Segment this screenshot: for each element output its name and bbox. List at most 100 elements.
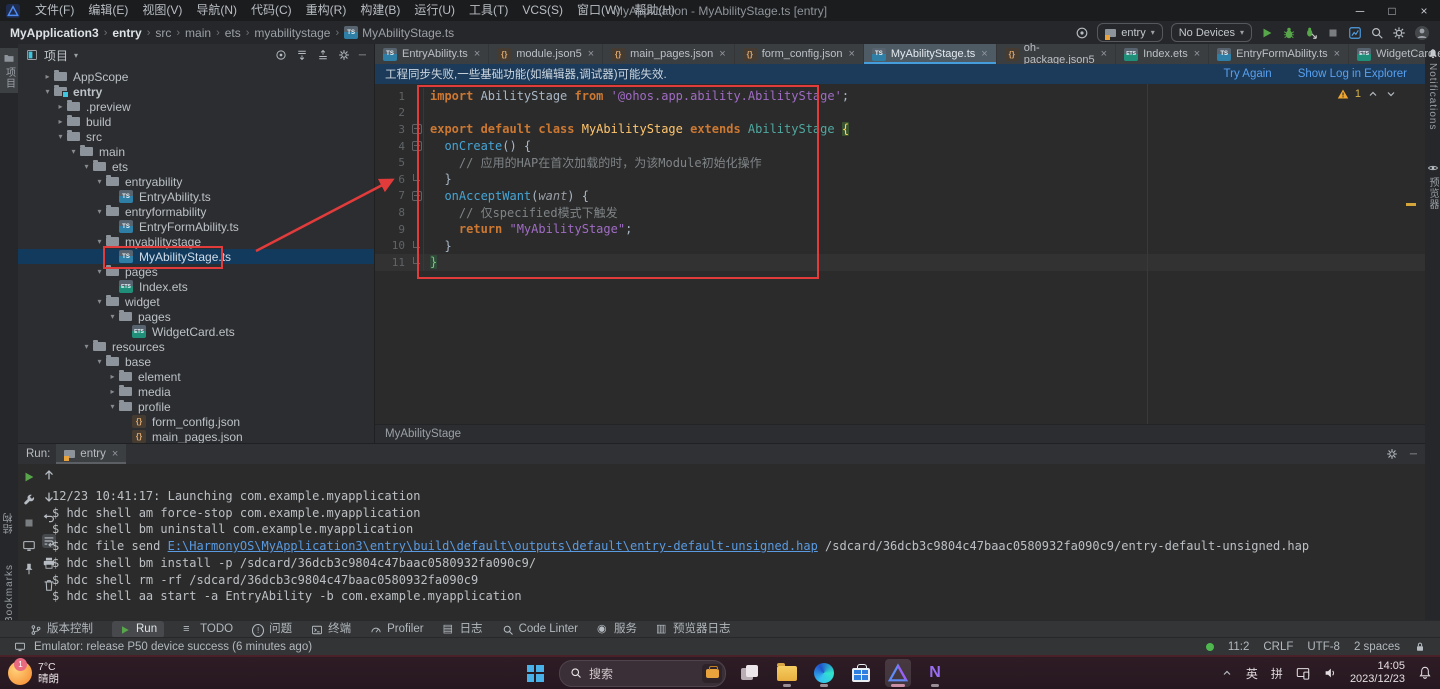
weather-widget[interactable]: 1 7°C 晴朗	[0, 658, 59, 685]
toolwindow-button-Run[interactable]: Run	[112, 621, 165, 638]
close-icon[interactable]: ×	[719, 48, 725, 60]
code-editor[interactable]: 1 import AbilityStage from '@ohos.app.abi…	[375, 84, 1425, 425]
tree-toggle-icon[interactable]: ▾	[93, 297, 106, 306]
tree-toggle-icon[interactable]: ▸	[54, 117, 67, 126]
tree-toggle-icon[interactable]: ▾	[41, 87, 54, 96]
panel-settings-gear-icon[interactable]	[338, 49, 350, 61]
menu-item-7[interactable]: 运行(U)	[407, 3, 462, 17]
try-again-link[interactable]: Try Again	[1224, 68, 1272, 80]
tree-item-entry[interactable]: ▾ entry	[18, 84, 374, 99]
next-issue-chevron-icon[interactable]	[1385, 88, 1397, 100]
breadcrumb-item[interactable]: TS MyAbilityStage.ts	[344, 26, 454, 40]
tree-item-build[interactable]: ▸ build	[18, 114, 374, 129]
taskbar-clock[interactable]: 14:05 2023/12/23	[1350, 660, 1405, 686]
pin-icon[interactable]	[22, 562, 36, 576]
breadcrumb-item[interactable]: ets	[225, 26, 241, 40]
tree-item-widget[interactable]: ▾ widget	[18, 294, 374, 309]
tree-item-EntryAbility.ts[interactable]: TS EntryAbility.ts	[18, 189, 374, 204]
close-icon[interactable]: ×	[1101, 48, 1107, 60]
tree-item-base[interactable]: ▾ base	[18, 354, 374, 369]
tree-toggle-icon[interactable]: ▾	[93, 237, 106, 246]
briefcase-icon[interactable]	[702, 663, 722, 683]
layout-icon[interactable]	[22, 539, 36, 553]
settings-gear-icon[interactable]	[1392, 26, 1406, 40]
tree-toggle-icon[interactable]: ▾	[93, 177, 106, 186]
fold-marker-icon[interactable]	[411, 141, 422, 152]
close-icon[interactable]: ×	[112, 448, 118, 460]
breadcrumb-item[interactable]: myabilitystage	[254, 26, 330, 40]
bookmarks-tool-tab[interactable]: Bookmarks	[4, 560, 15, 627]
toolwindow-button-版本控制[interactable]: 版本控制	[30, 621, 93, 638]
tree-toggle-icon[interactable]: ▸	[106, 372, 119, 381]
tree-item-ets[interactable]: ▾ ets	[18, 159, 374, 174]
editor-tab-module.json5[interactable]: {} module.json5 ×	[489, 44, 604, 64]
toolwindow-button-服务[interactable]: ◉ 服务	[597, 621, 637, 638]
run-config-dropdown[interactable]: entry ▾	[1097, 23, 1163, 42]
project-view-label[interactable]: 项目	[44, 47, 68, 64]
prev-issue-chevron-icon[interactable]	[1367, 88, 1379, 100]
tree-toggle-icon[interactable]: ▸	[41, 72, 54, 81]
file-explorer-button[interactable]	[774, 659, 800, 687]
tree-item-MyAbilityStage.ts[interactable]: TS MyAbilityStage.ts	[18, 249, 374, 264]
search-everywhere-icon[interactable]	[1370, 26, 1384, 40]
file-encoding[interactable]: UTF-8	[1307, 641, 1340, 653]
expand-all-icon[interactable]	[296, 49, 308, 61]
toolwindow-button-问题[interactable]: ! 问题	[252, 621, 292, 638]
speaker-icon[interactable]	[1323, 666, 1337, 680]
tree-toggle-icon[interactable]: ▸	[106, 387, 119, 396]
tree-item-resources[interactable]: ▾ resources	[18, 339, 374, 354]
toolwindow-button-TODO[interactable]: ≡ TODO	[183, 621, 233, 638]
fold-marker-icon[interactable]	[413, 174, 420, 182]
line-separator[interactable]: CRLF	[1263, 641, 1293, 653]
breadcrumb-item[interactable]: main	[185, 26, 211, 40]
tree-toggle-icon[interactable]: ▾	[93, 207, 106, 216]
toolwindow-button-Profiler[interactable]: Profiler	[370, 621, 424, 638]
breadcrumb-item[interactable]: MyApplication3	[10, 26, 99, 40]
tree-item-form_config.json[interactable]: {} form_config.json	[18, 414, 374, 429]
rerun-button[interactable]	[22, 470, 36, 484]
tree-item-media[interactable]: ▸ media	[18, 384, 374, 399]
tree-item-element[interactable]: ▸ element	[18, 369, 374, 384]
tree-item-pages[interactable]: ▾ pages	[18, 309, 374, 324]
tree-toggle-icon[interactable]: ▾	[80, 342, 93, 351]
close-icon[interactable]: ×	[474, 48, 480, 60]
debug-button[interactable]	[1282, 26, 1296, 40]
ime-english-indicator[interactable]: 英	[1246, 665, 1258, 682]
device-dropdown[interactable]: No Devices ▾	[1170, 23, 1252, 42]
deveco-studio-button[interactable]	[885, 659, 911, 687]
menu-item-5[interactable]: 重构(R)	[299, 3, 354, 17]
fold-marker-icon[interactable]	[411, 124, 422, 135]
indent-style[interactable]: 2 spaces	[1354, 641, 1400, 653]
toolwindow-button-日志[interactable]: ▤ 日志	[443, 621, 483, 638]
tree-item-Index.ets[interactable]: ETS Index.ets	[18, 279, 374, 294]
editor-tab-Index.ets[interactable]: ETS Index.ets ×	[1116, 44, 1210, 64]
close-icon[interactable]: ×	[1194, 48, 1200, 60]
tree-item-main[interactable]: ▾ main	[18, 144, 374, 159]
close-icon[interactable]: ×	[588, 48, 594, 60]
editor-tab-WidgetCard.ets[interactable]: ETSWidgetCard.ets×	[1349, 44, 1440, 64]
hidden-icons-chevron[interactable]	[1221, 667, 1233, 679]
tree-item-entryformability[interactable]: ▾ entryformability	[18, 204, 374, 219]
tree-item-myabilitystage[interactable]: ▾ myabilitystage	[18, 234, 374, 249]
tree-item-src[interactable]: ▾ src	[18, 129, 374, 144]
project-tool-tab[interactable]: 项目	[0, 48, 18, 93]
ime-pinyin-indicator[interactable]: 拼	[1271, 665, 1283, 682]
tree-item-EntryFormAbility.ts[interactable]: TS EntryFormAbility.ts	[18, 219, 374, 234]
maximize-button[interactable]: □	[1376, 0, 1408, 21]
hide-run-panel-icon[interactable]: ─	[1410, 449, 1417, 460]
editor-tab-main_pages.json[interactable]: {} main_pages.json ×	[603, 44, 735, 64]
breadcrumb-item[interactable]: entry	[112, 26, 141, 40]
editor-tab-form_config.json[interactable]: {} form_config.json ×	[735, 44, 864, 64]
tree-item-main_pages.json[interactable]: {} main_pages.json	[18, 429, 374, 443]
close-button[interactable]: ×	[1408, 0, 1440, 21]
caret-position[interactable]: 11:2	[1228, 641, 1250, 653]
close-icon[interactable]: ×	[848, 48, 854, 60]
editor-tab-MyAbilityStage.ts[interactable]: TS MyAbilityStage.ts ×	[863, 44, 997, 64]
run-console-output[interactable]: 12/23 10:41:17: Launching com.example.my…	[52, 464, 1425, 621]
tree-item-.preview[interactable]: ▸ .preview	[18, 99, 374, 114]
editor-breadcrumb[interactable]: MyAbilityStage	[375, 424, 1425, 443]
start-button[interactable]	[522, 659, 548, 687]
tree-toggle-icon[interactable]: ▾	[54, 132, 67, 141]
collapse-all-icon[interactable]	[317, 49, 329, 61]
taskbar-search[interactable]: 搜索	[559, 659, 726, 687]
